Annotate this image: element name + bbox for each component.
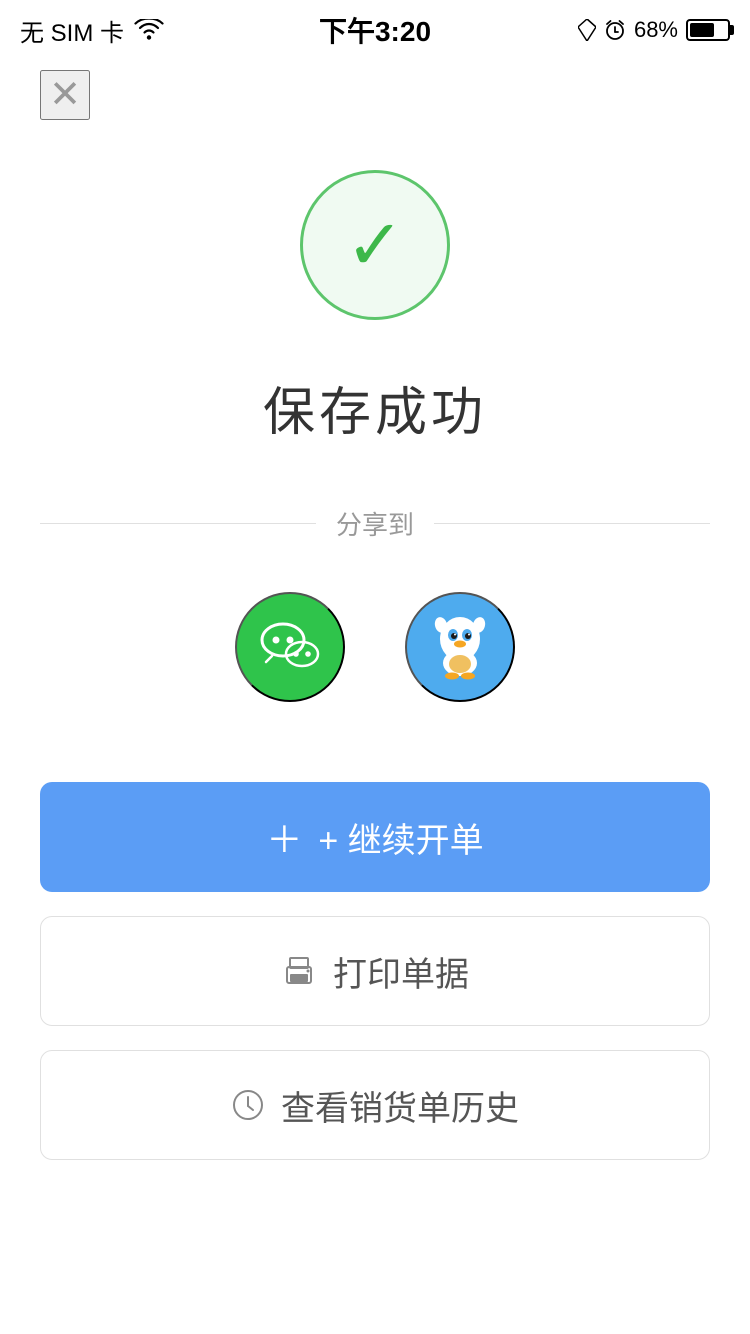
battery-fill [690, 23, 714, 37]
divider-line-right [434, 523, 710, 524]
wechat-icon [256, 618, 324, 676]
share-icons [235, 592, 515, 702]
status-bar: 无 SIM 卡 下午3:20 68% [0, 0, 750, 60]
close-icon: ✕ [49, 76, 81, 114]
print-label: 打印单据 [333, 947, 469, 996]
main-content: ✕ ✓ 保存成功 分享到 [0, 60, 750, 1160]
plus-icon: ＋ [266, 811, 302, 863]
printer-icon [281, 954, 317, 988]
continue-order-button[interactable]: ＋ + 继续开单 [40, 782, 710, 892]
status-left: 无 SIM 卡 [20, 13, 164, 48]
view-history-label: 查看销货单历史 [281, 1081, 519, 1130]
battery-icon [686, 19, 730, 41]
wechat-share-button[interactable] [235, 592, 345, 702]
battery-percent: 68% [634, 17, 678, 43]
success-title: 保存成功 [263, 370, 487, 445]
location-icon [578, 19, 596, 41]
success-circle: ✓ [300, 170, 450, 320]
close-button[interactable]: ✕ [40, 70, 90, 120]
status-right: 68% [578, 17, 730, 43]
alarm-icon [604, 19, 626, 41]
status-time: 下午3:20 [319, 10, 431, 50]
qq-icon [429, 613, 491, 681]
action-buttons: ＋ + 继续开单 打印单据 查看销货单历史 [40, 782, 710, 1160]
share-label: 分享到 [336, 505, 414, 542]
wifi-icon [134, 19, 164, 41]
continue-order-label: + 继续开单 [318, 813, 483, 862]
checkmark-icon: ✓ [346, 210, 405, 280]
share-divider: 分享到 [40, 505, 710, 542]
history-icon [231, 1088, 265, 1122]
print-button[interactable]: 打印单据 [40, 916, 710, 1026]
view-history-button[interactable]: 查看销货单历史 [40, 1050, 710, 1160]
qq-share-button[interactable] [405, 592, 515, 702]
no-sim-label: 无 SIM 卡 [20, 13, 124, 48]
divider-line-left [40, 523, 316, 524]
